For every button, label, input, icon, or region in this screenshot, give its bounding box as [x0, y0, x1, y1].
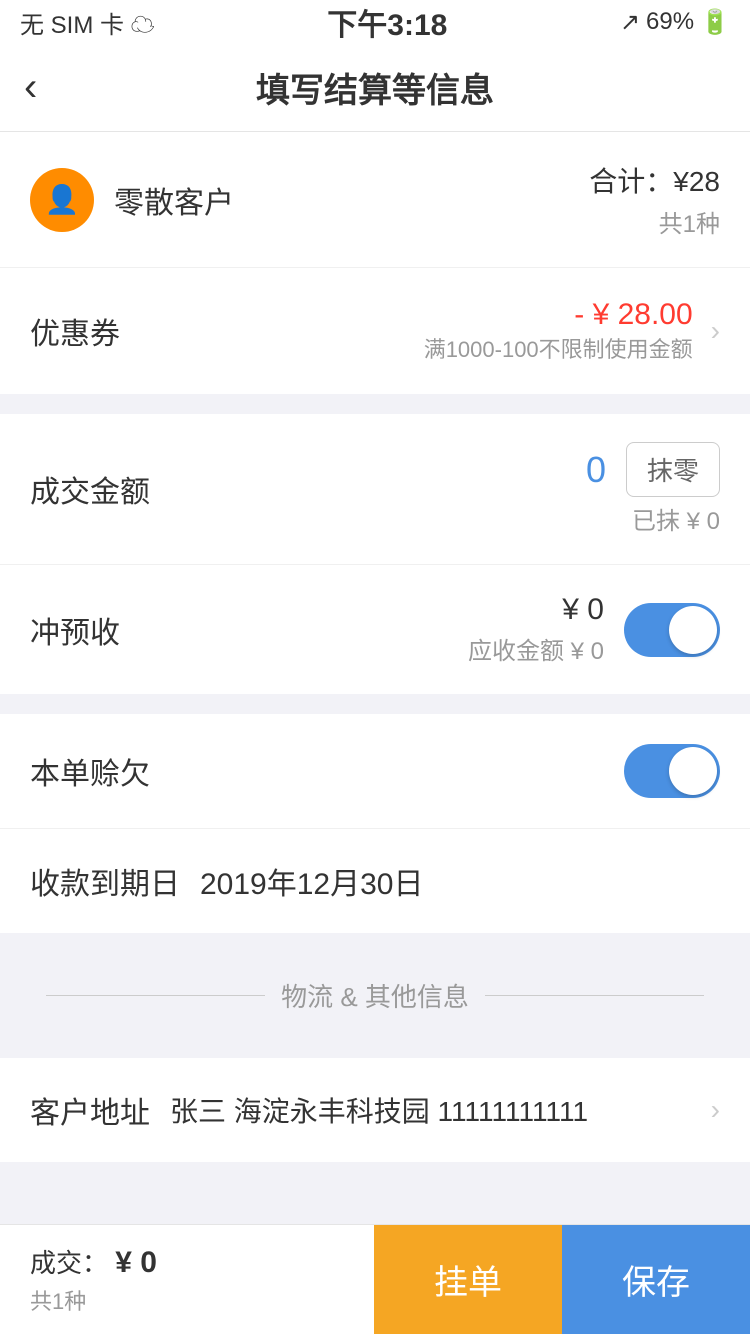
deal-amount-row: 成交金额 0 抹零 已抹 ¥ 0: [0, 414, 750, 565]
bottom-deal: 成交： ¥ 0: [30, 1243, 344, 1280]
coupon-chevron-icon: ›: [711, 315, 720, 347]
coupon-values: - ¥ 28.00 满1000-100不限制使用金额: [424, 298, 693, 364]
status-bar: 无 SIM 卡 ☁ 下午3:18 ↗ 69% 🔋: [0, 0, 750, 44]
address-chevron-icon: ›: [711, 1094, 720, 1126]
address-row[interactable]: 客户地址 张三 海淀永丰科技园 11111111111 ›: [0, 1058, 750, 1162]
bottom-deal-amount: ¥ 0: [115, 1246, 157, 1279]
toggle-thumb: [669, 606, 717, 654]
customer-right: 合计：¥28 共1种: [589, 160, 720, 239]
debit-section: 本单赊欠 收款到期日 2019年12月30日: [0, 714, 750, 933]
due-date-row[interactable]: 收款到期日 2019年12月30日: [0, 828, 750, 933]
customer-row: 👤 零散客户 合计：¥28 共1种: [0, 132, 750, 267]
coupon-row[interactable]: 优惠券 - ¥ 28.00 满1000-100不限制使用金额 ›: [0, 267, 750, 394]
bottom-deal-label: 成交：: [30, 1248, 108, 1278]
address-value: 张三 海淀永丰科技园 11111111111: [170, 1090, 711, 1130]
prepaid-right: ¥ 0 应收金额 ¥ 0: [468, 593, 720, 666]
prepaid-toggle[interactable]: [624, 603, 720, 657]
prepaid-row: 冲预收 ¥ 0 应收金额 ¥ 0: [0, 565, 750, 694]
status-right: ↗ 69% 🔋: [620, 8, 730, 37]
due-date-value: 2019年12月30日: [200, 859, 423, 903]
prepaid-amounts: ¥ 0 应收金额 ¥ 0: [468, 593, 604, 666]
page-title: 填写结算等信息: [256, 63, 494, 112]
deal-amount-controls: 0 抹零: [586, 442, 720, 497]
coupon-label: 优惠券: [30, 309, 120, 353]
hold-button[interactable]: 挂单: [374, 1225, 562, 1334]
status-time: 下午3:18: [327, 0, 447, 44]
debit-row: 本单赊欠: [0, 714, 750, 828]
debit-toggle[interactable]: [624, 744, 720, 798]
location-icon: ↗: [620, 8, 640, 37]
customer-left: 👤 零散客户: [30, 168, 234, 232]
round-button[interactable]: 抹零: [626, 442, 720, 497]
customer-count: 共1种: [589, 204, 720, 239]
debit-label: 本单赊欠: [30, 749, 150, 793]
prepaid-sub: 应收金额 ¥ 0: [468, 631, 604, 666]
coupon-value: - ¥ 28.00: [424, 298, 693, 332]
avatar-icon: 👤: [45, 183, 80, 216]
deal-amount-right: 0 抹零 已抹 ¥ 0: [586, 442, 720, 536]
logistics-section: 物流 & 其他信息: [0, 953, 750, 1038]
prepaid-label: 冲预收: [30, 608, 120, 652]
deal-amount-value[interactable]: 0: [586, 449, 606, 491]
prepaid-main: ¥ 0: [468, 593, 604, 627]
customer-total: 合计：¥28: [589, 160, 720, 200]
save-button[interactable]: 保存: [562, 1225, 750, 1334]
bottom-bar: 成交： ¥ 0 共1种 挂单 保存: [0, 1224, 750, 1334]
battery-status: 69%: [646, 8, 694, 36]
debit-toggle-thumb: [669, 747, 717, 795]
back-button[interactable]: ‹: [24, 65, 37, 110]
sim-status: 无 SIM 卡 ☁: [20, 5, 155, 40]
logistics-header: 物流 & 其他信息: [0, 953, 750, 1038]
deal-amount-sub: 已抹 ¥ 0: [586, 501, 720, 536]
deal-section: 成交金额 0 抹零 已抹 ¥ 0 冲预收 ¥ 0 应收金额 ¥ 0: [0, 414, 750, 694]
due-date-label: 收款到期日: [30, 859, 180, 903]
logistics-text: 物流 & 其他信息: [281, 977, 469, 1014]
address-label: 客户地址: [30, 1088, 150, 1132]
coupon-desc: 满1000-100不限制使用金额: [424, 332, 693, 364]
deal-amount-label: 成交金额: [30, 467, 150, 511]
bottom-count: 共1种: [30, 1284, 344, 1316]
status-left: 无 SIM 卡 ☁: [20, 5, 155, 40]
customer-name: 零散客户: [114, 178, 234, 222]
coupon-right: - ¥ 28.00 满1000-100不限制使用金额 ›: [424, 298, 720, 364]
nav-bar: ‹ 填写结算等信息: [0, 44, 750, 132]
bottom-info: 成交： ¥ 0 共1种: [0, 1243, 374, 1316]
battery-icon: 🔋: [700, 8, 730, 37]
customer-avatar: 👤: [30, 168, 94, 232]
customer-section: 👤 零散客户 合计：¥28 共1种 优惠券 - ¥ 28.00 满1000-10…: [0, 132, 750, 394]
